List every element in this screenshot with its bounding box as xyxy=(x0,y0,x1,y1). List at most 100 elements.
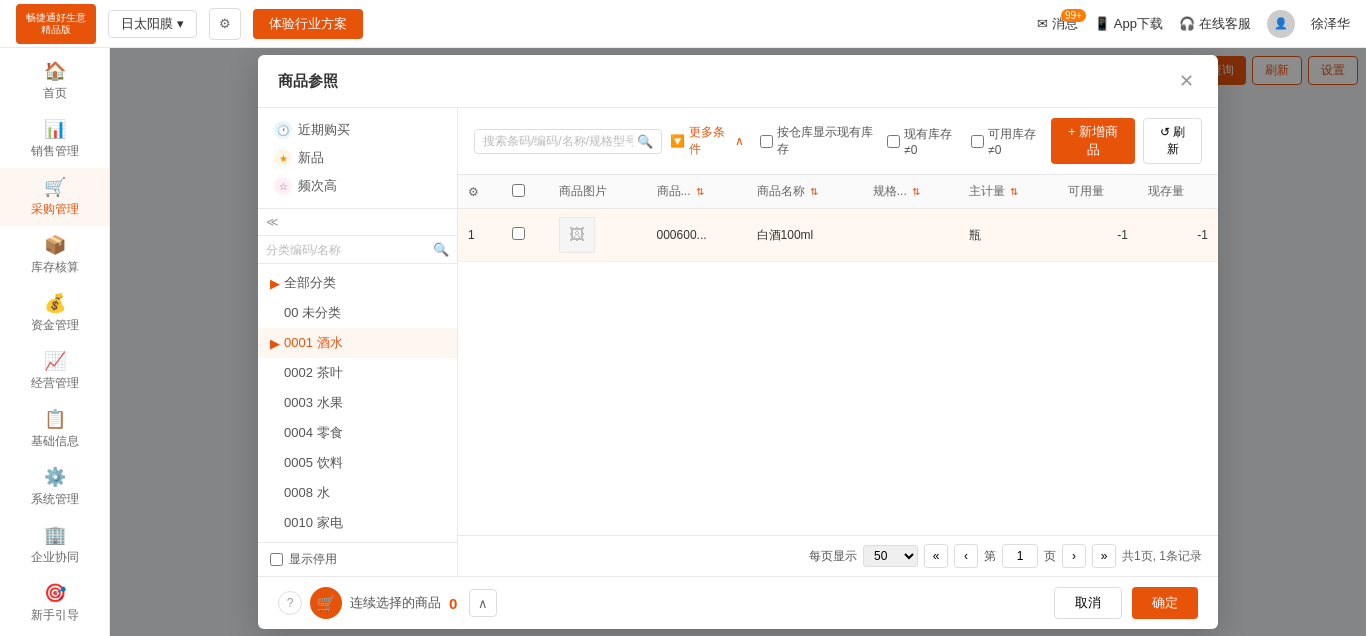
recent-icon: 🕐 xyxy=(274,121,292,139)
category-0004[interactable]: 0004 零食 xyxy=(258,418,457,448)
col-checkbox xyxy=(502,175,549,209)
sidebar-item-operations[interactable]: 📈 经营管理 xyxy=(0,342,109,400)
dialog-close-button[interactable]: ✕ xyxy=(1174,69,1198,93)
online-service-button[interactable]: 🎧 在线客服 xyxy=(1179,15,1251,33)
sidebar-item-finance[interactable]: 💰 资金管理 xyxy=(0,284,109,342)
product-search-box: 🔍 xyxy=(474,129,662,154)
category-0001[interactable]: ▶ 0001 酒水 xyxy=(258,328,457,358)
sidebar-item-system[interactable]: ⚙️ 系统管理 xyxy=(0,458,109,516)
prev-page-button[interactable]: ‹ xyxy=(954,544,978,568)
sidebar-item-inventory[interactable]: 📦 库存核算 xyxy=(0,226,109,284)
guide-icon: 🎯 xyxy=(44,582,66,604)
category-panel: 🕐 近期购买 ★ 新品 ☆ 频次高 xyxy=(258,108,458,576)
show-disabled-checkbox[interactable] xyxy=(270,553,283,566)
sidebar-item-inventory-label: 库存核算 xyxy=(31,259,79,276)
app-download-button[interactable]: 📱 App下载 xyxy=(1094,15,1163,33)
col-code: 商品... ⇅ xyxy=(647,175,747,209)
row-unit: 瓶 xyxy=(959,209,1058,262)
logo-text: 畅捷通好生意精品版 xyxy=(26,12,86,36)
quick-items: 🕐 近期购买 ★ 新品 ☆ 频次高 xyxy=(258,108,457,209)
product-search-input[interactable] xyxy=(483,134,633,148)
messages-button[interactable]: ✉ 消息 99+ xyxy=(1037,15,1078,33)
col-available: 可用量 xyxy=(1058,175,1138,209)
cancel-button[interactable]: 取消 xyxy=(1054,587,1122,619)
operations-icon: 📈 xyxy=(44,350,66,372)
collapse-button[interactable]: ≪ xyxy=(258,209,457,236)
available-stock-checkbox[interactable] xyxy=(971,135,984,148)
cart-area: ? 🛒 连续选择的商品 0 ∧ xyxy=(278,587,497,619)
row-name: 白酒100ml xyxy=(747,209,863,262)
app-download-label: App下载 xyxy=(1114,15,1163,33)
page-input[interactable] xyxy=(1002,544,1038,568)
sidebar-item-apps[interactable]: 📱 应用中心 xyxy=(0,632,109,636)
category-0001-label: 0001 酒水 xyxy=(284,334,343,352)
filter-button[interactable]: 🔽 更多条件 ∧ xyxy=(670,124,744,158)
page-size-select[interactable]: 50 100 200 xyxy=(863,545,918,567)
frequent-items[interactable]: ☆ 频次高 xyxy=(266,172,449,200)
footer-collapse-button[interactable]: ∧ xyxy=(469,589,497,617)
sidebar-item-enterprise[interactable]: 🏢 企业协同 xyxy=(0,516,109,574)
nav-dropdown[interactable]: 日太阳膜 ▾ xyxy=(108,10,197,38)
cart-count: 0 xyxy=(449,595,457,612)
checkbox-warehouse-stock[interactable]: 按仓库显示现有库存 xyxy=(760,124,875,158)
category-0010[interactable]: 0010 家电 xyxy=(258,508,457,538)
category-search-input[interactable] xyxy=(266,243,429,257)
sidebar-item-sales[interactable]: 📊 销售管理 xyxy=(0,110,109,168)
cart-icon[interactable]: 🛒 xyxy=(310,587,342,619)
sidebar-item-system-label: 系统管理 xyxy=(31,491,79,508)
sidebar-item-basic[interactable]: 📋 基础信息 xyxy=(0,400,109,458)
product-data-table: ⚙ 商品图片 商品... ⇅ 商品名称 ⇅ 规格... ⇅ 主计量 ⇅ 可用量 xyxy=(458,175,1218,262)
sort-unit-icon: ⇅ xyxy=(1010,186,1018,197)
select-all-checkbox[interactable] xyxy=(512,184,525,197)
sidebar-item-guide[interactable]: 🎯 新手引导 xyxy=(0,574,109,632)
warehouse-stock-checkbox[interactable] xyxy=(760,135,773,148)
modal-overlay: 商品参照 ✕ 🕐 近期购买 ★ xyxy=(110,48,1366,636)
current-stock-checkbox[interactable] xyxy=(887,135,900,148)
settings-button[interactable]: ⚙ xyxy=(209,8,241,40)
category-0005-label: 0005 饮料 xyxy=(270,454,343,472)
recent-purchases-item[interactable]: 🕐 近期购买 xyxy=(266,116,449,144)
search-icon: 🔍 xyxy=(433,242,449,257)
last-page-button[interactable]: » xyxy=(1092,544,1116,568)
category-00[interactable]: 00 未分类 xyxy=(258,298,457,328)
filter-icon: 🔽 xyxy=(670,134,685,148)
sidebar-item-purchase[interactable]: 🛒 采购管理 xyxy=(0,168,109,226)
refresh-product-button[interactable]: ↺ 刷新 xyxy=(1143,118,1202,164)
content-area: 查询 刷新 设置 商品参照 ✕ xyxy=(110,48,1366,636)
checkbox-available-stock[interactable]: 可用库存≠0 xyxy=(971,126,1043,157)
confirm-button[interactable]: 确定 xyxy=(1132,587,1198,619)
show-disabled-label: 显示停用 xyxy=(289,551,337,568)
row-index: 1 xyxy=(458,209,502,262)
expand-icon: ▶ xyxy=(270,276,280,291)
category-0002[interactable]: 0002 茶叶 xyxy=(258,358,457,388)
sidebar-item-operations-label: 经营管理 xyxy=(31,375,79,392)
dialog-title: 商品参照 xyxy=(278,72,338,91)
new-products-item[interactable]: ★ 新品 xyxy=(266,144,449,172)
sales-icon: 📊 xyxy=(44,118,66,140)
row-checkbox[interactable] xyxy=(512,227,525,240)
category-all[interactable]: ▶ 全部分类 xyxy=(258,268,457,298)
col-settings: ⚙ xyxy=(458,175,502,209)
chevron-down-icon: ▾ xyxy=(177,16,184,31)
row-checkbox-cell xyxy=(502,209,549,262)
next-page-button[interactable]: › xyxy=(1062,544,1086,568)
category-0005[interactable]: 0005 饮料 xyxy=(258,448,457,478)
sidebar-item-finance-label: 资金管理 xyxy=(31,317,79,334)
table-row[interactable]: 1 🖼 000600... 白酒100ml 瓶 xyxy=(458,209,1218,262)
first-page-button[interactable]: « xyxy=(924,544,948,568)
checkbox-current-stock[interactable]: 现有库存≠0 xyxy=(887,126,959,157)
trial-button[interactable]: 体验行业方案 xyxy=(253,9,363,39)
category-0010-label: 0010 家电 xyxy=(270,514,343,532)
sort-code-icon: ⇅ xyxy=(696,186,704,197)
category-0003[interactable]: 0003 水果 xyxy=(258,388,457,418)
checkbox-current-stock-label: 现有库存≠0 xyxy=(904,126,959,157)
main-layout: 🏠 首页 📊 销售管理 🛒 采购管理 📦 库存核算 💰 资金管理 📈 经营管理 … xyxy=(0,48,1366,636)
help-icon[interactable]: ? xyxy=(278,591,302,615)
avatar: 👤 xyxy=(1267,10,1295,38)
row-image-cell: 🖼 xyxy=(549,209,646,262)
new-label: 新品 xyxy=(298,149,324,167)
add-product-button[interactable]: + 新增商品 xyxy=(1051,118,1135,164)
sidebar-item-home[interactable]: 🏠 首页 xyxy=(0,52,109,110)
system-icon: ⚙️ xyxy=(44,466,66,488)
category-0008[interactable]: 0008 水 xyxy=(258,478,457,508)
